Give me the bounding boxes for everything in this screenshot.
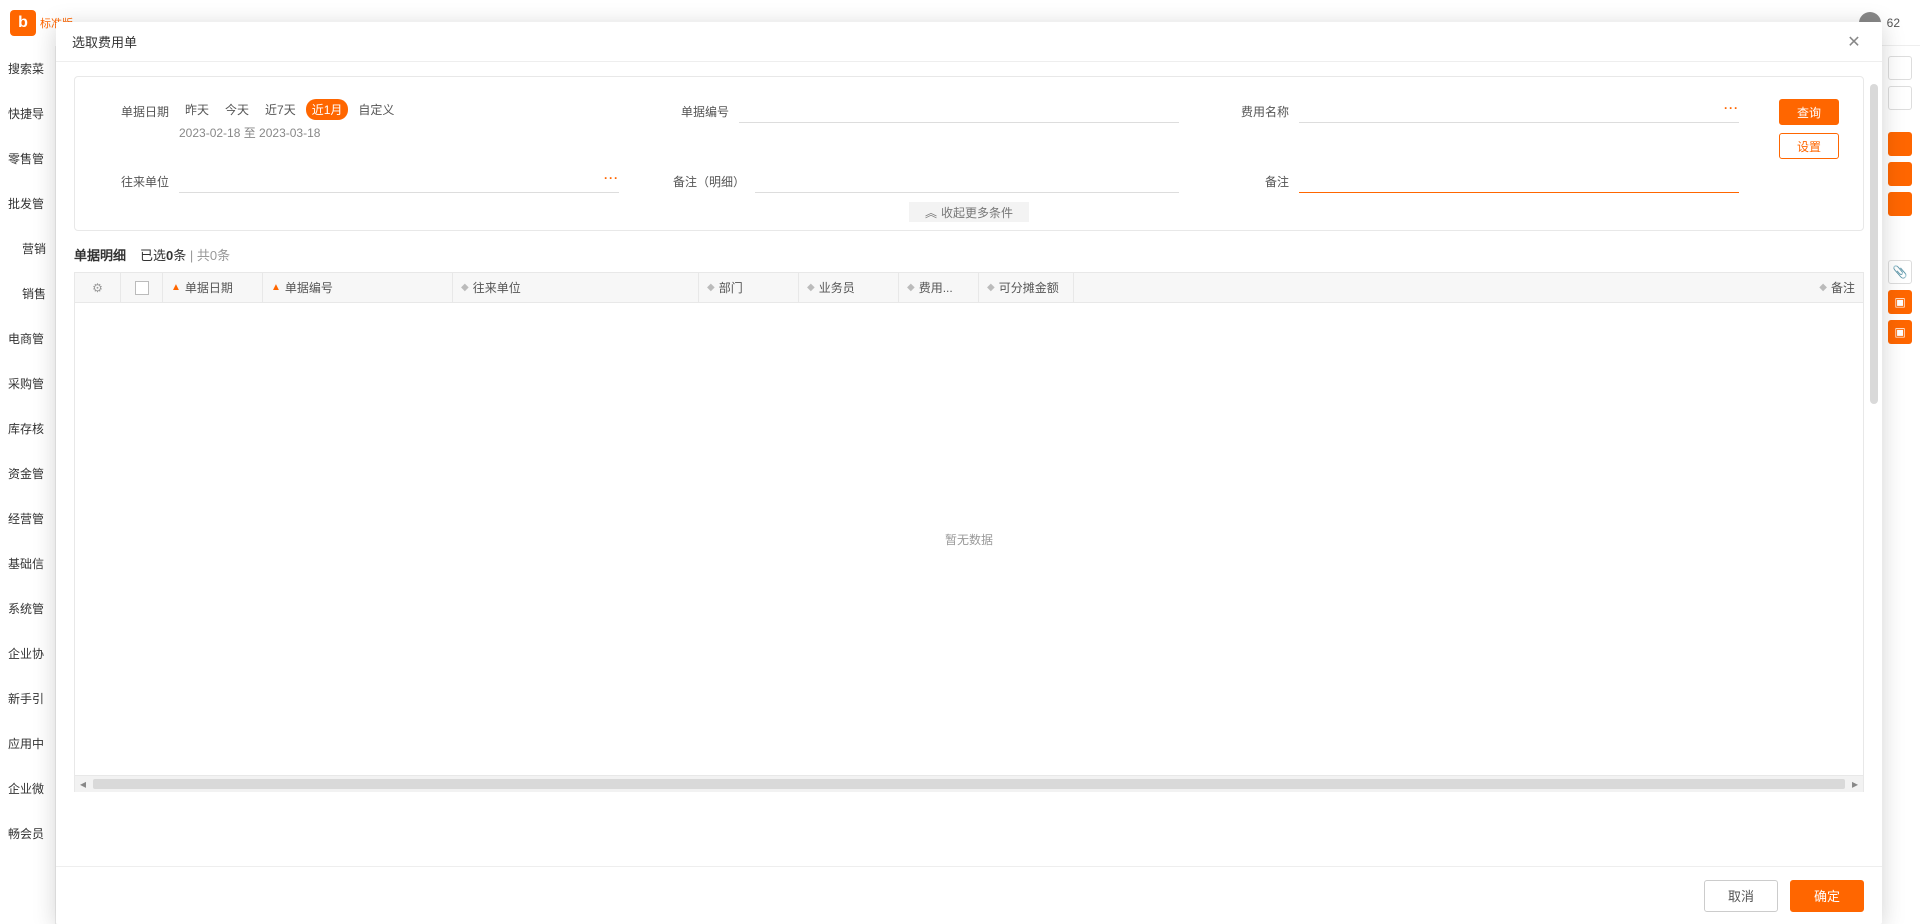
code-input[interactable] <box>739 99 1179 123</box>
filter-remark: 备注 <box>1219 169 1739 193</box>
filter-label: 单据日期 <box>99 99 169 120</box>
section-title: 单据明细 <box>74 245 126 264</box>
date-tag-1month[interactable]: 近1月 <box>306 99 349 120</box>
empty-placeholder: 暂无数据 <box>75 303 1864 776</box>
table-header: ⚙ ▲ 单据日期 ▲ 单据编号 ◆ 往来单位 <box>75 273 1864 303</box>
scroll-thumb[interactable] <box>93 779 1845 789</box>
modal-header: 选取费用单 ✕ <box>56 22 1882 62</box>
scroll-thumb[interactable] <box>1870 84 1878 404</box>
table-settings-icon[interactable]: ⚙ <box>75 273 121 303</box>
col-date[interactable]: ▲ 单据日期 <box>163 273 263 303</box>
collapse-label: 收起更多条件 <box>941 204 1013 221</box>
filter-actions: 查询 设置 <box>1779 99 1839 159</box>
col-amount[interactable]: ◆ 可分摊金额 <box>979 273 1074 303</box>
sort-icon: ▲ <box>271 284 281 292</box>
scroll-right-icon[interactable]: ▸ <box>1847 776 1863 792</box>
remark-detail-input[interactable] <box>755 169 1179 193</box>
collapse-toggle[interactable]: ︽ 收起更多条件 <box>909 202 1029 222</box>
modal-title: 选取费用单 <box>72 32 137 51</box>
name-input[interactable] <box>1299 99 1739 123</box>
select-fee-modal: 选取费用单 ✕ 单据日期 昨天 今天 近7天 近1月 <box>56 22 1882 924</box>
col-fee[interactable]: ◆ 费用... <box>899 273 979 303</box>
vertical-scrollbar[interactable] <box>1870 84 1878 864</box>
confirm-button[interactable]: 确定 <box>1790 880 1864 912</box>
filter-card: 单据日期 昨天 今天 近7天 近1月 自定义 2023-02-18 至 2023… <box>74 76 1864 231</box>
date-tag-yesterday[interactable]: 昨天 <box>179 99 215 120</box>
sort-icon: ▲ <box>171 284 181 292</box>
date-tag-today[interactable]: 今天 <box>219 99 255 120</box>
filter-label: 备注 <box>1219 169 1289 190</box>
col-unit[interactable]: ◆ 往来单位 <box>453 273 699 303</box>
collapse-bar: ︽ 收起更多条件 <box>99 202 1839 222</box>
query-button[interactable]: 查询 <box>1779 99 1839 125</box>
filter-date: 单据日期 昨天 今天 近7天 近1月 自定义 2023-02-18 至 2023… <box>99 99 619 141</box>
filter-code: 单据编号 <box>659 99 1179 123</box>
sort-icon: ◆ <box>707 284 715 292</box>
unit-input[interactable] <box>179 169 619 193</box>
filter-label: 费用名称 <box>1219 99 1289 120</box>
modal-overlay: 选取费用单 ✕ 单据日期 昨天 今天 近7天 近1月 <box>0 0 1920 924</box>
more-icon[interactable]: ··· <box>604 171 619 185</box>
modal-body: 单据日期 昨天 今天 近7天 近1月 自定义 2023-02-18 至 2023… <box>56 62 1882 866</box>
cancel-button[interactable]: 取消 <box>1704 880 1778 912</box>
date-tag-custom[interactable]: 自定义 <box>352 99 400 120</box>
data-table: ⚙ ▲ 单据日期 ▲ 单据编号 ◆ 往来单位 <box>74 272 1864 792</box>
col-clerk[interactable]: ◆ 业务员 <box>799 273 899 303</box>
empty-text: 暂无数据 <box>945 531 993 548</box>
filter-name: 费用名称 ··· <box>1219 99 1739 123</box>
filter-label: 备注（明细） <box>659 169 745 190</box>
settings-button[interactable]: 设置 <box>1779 133 1839 159</box>
filter-label: 单据编号 <box>659 99 729 120</box>
chevron-up-icon: ︽ <box>925 204 937 221</box>
sort-icon: ◆ <box>907 284 915 292</box>
modal-footer: 取消 确定 <box>56 866 1882 924</box>
sort-icon: ◆ <box>987 284 995 292</box>
sort-icon: ◆ <box>807 284 815 292</box>
select-all-checkbox[interactable] <box>121 273 163 303</box>
close-icon[interactable]: ✕ <box>1842 30 1866 54</box>
horizontal-scrollbar[interactable]: ◂ ▸ <box>75 776 1864 792</box>
gear-icon: ⚙ <box>92 281 103 295</box>
section-header: 单据明细 已选0条 | 共0条 <box>74 245 1864 264</box>
date-tag-7days[interactable]: 近7天 <box>259 99 302 120</box>
filter-remark-detail: 备注（明细） <box>659 169 1179 193</box>
date-range-text: 2023-02-18 至 2023-03-18 <box>179 124 619 141</box>
col-remark[interactable]: ◆ 备注 <box>1074 273 1864 303</box>
more-icon[interactable]: ··· <box>1724 101 1739 115</box>
filter-unit: 往来单位 ··· <box>99 169 619 193</box>
col-dept[interactable]: ◆ 部门 <box>699 273 799 303</box>
scroll-left-icon[interactable]: ◂ <box>75 776 91 792</box>
sort-icon: ◆ <box>461 284 469 292</box>
checkbox-icon <box>135 281 149 295</box>
selected-count: 已选0条 | 共0条 <box>140 245 230 264</box>
sort-icon: ◆ <box>1819 284 1827 292</box>
filter-label: 往来单位 <box>99 169 169 190</box>
date-tag-group: 昨天 今天 近7天 近1月 自定义 <box>179 99 619 120</box>
remark-input[interactable] <box>1299 169 1739 193</box>
col-code[interactable]: ▲ 单据编号 <box>263 273 453 303</box>
